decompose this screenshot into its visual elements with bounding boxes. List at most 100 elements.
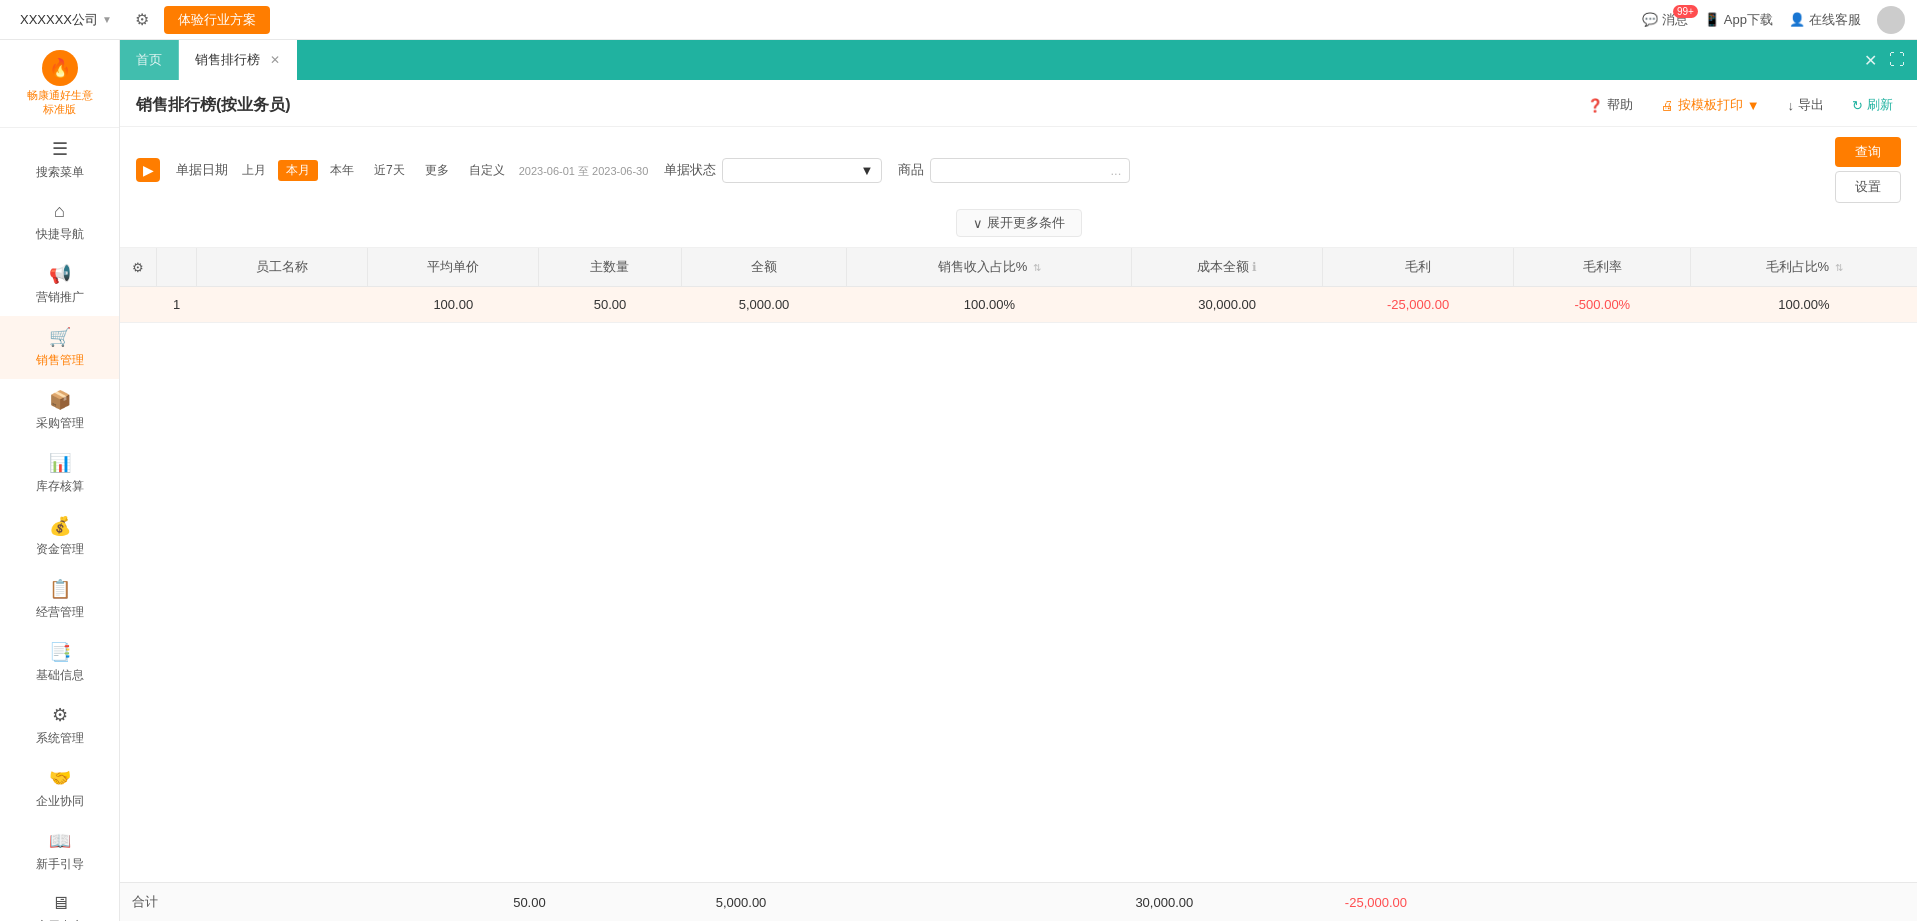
- table-row: 1 100.00 50.00 5,000.00 100.00% 30,000.0…: [120, 287, 1917, 323]
- company-selector[interactable]: XXXXXX公司 ▼: [12, 7, 120, 33]
- more-dots: ...: [1111, 163, 1122, 178]
- print-chevron-icon: ▼: [1747, 98, 1760, 113]
- sidebar-item-basics[interactable]: 📑 基础信息: [0, 631, 119, 694]
- status-chevron-icon: ▼: [860, 163, 873, 178]
- trial-button[interactable]: 体验行业方案: [164, 6, 270, 34]
- sidebar-item-label: 销售管理: [36, 352, 84, 369]
- row-rank-cell: 1: [157, 287, 197, 323]
- help-button[interactable]: ❓ 帮助: [1579, 92, 1641, 118]
- sidebar-item-sales[interactable]: 🛒 销售管理: [0, 316, 119, 379]
- col-avg-price: 平均单价: [368, 248, 539, 287]
- info-icon[interactable]: ℹ: [1252, 260, 1257, 274]
- sidebar-item-finance[interactable]: 💰 资金管理: [0, 505, 119, 568]
- logo-icon: 🔥: [42, 50, 78, 86]
- query-button[interactable]: 查询: [1835, 137, 1901, 167]
- sidebar-item-guide[interactable]: 📖 新手引导: [0, 820, 119, 883]
- filter-actions: 查询 设置: [1835, 137, 1901, 203]
- row-avg-price-cell: 100.00: [368, 287, 539, 323]
- export-button[interactable]: ↓ 导出: [1780, 92, 1833, 118]
- col-settings[interactable]: ⚙: [120, 248, 157, 287]
- col-gross-rate: 毛利率: [1514, 248, 1691, 287]
- maximize-icon[interactable]: ⛶: [1889, 51, 1905, 69]
- footer-label: 合计: [132, 893, 212, 911]
- avatar[interactable]: [1877, 6, 1905, 34]
- tab-sales-ranking[interactable]: 销售排行榜 ✕: [179, 40, 297, 80]
- status-filter-item: 单据状态 ▼: [664, 158, 882, 183]
- service-icon: 👤: [1789, 12, 1805, 27]
- expand-more-button[interactable]: ∨ 展开更多条件: [956, 209, 1082, 237]
- chevron-down-icon: ▼: [102, 14, 112, 25]
- logo-area: 🔥 畅康通好生意 标准版: [0, 40, 119, 128]
- sidebar-item-enterprise[interactable]: 🤝 企业协同: [0, 757, 119, 820]
- footer-cost-amount: 30,000.00: [1059, 895, 1271, 910]
- service-item[interactable]: 👤 在线客服: [1789, 11, 1861, 29]
- shortcut-this-month[interactable]: 本月: [278, 160, 318, 181]
- shortcut-7days[interactable]: 近7天: [366, 160, 413, 181]
- sidebar-item-marketing[interactable]: 📢 营销推广: [0, 253, 119, 316]
- status-select[interactable]: ▼: [722, 158, 882, 183]
- refresh-icon: ↻: [1852, 98, 1863, 113]
- app-download-item[interactable]: 📱 App下载: [1704, 11, 1773, 29]
- finance-icon: 💰: [49, 515, 71, 537]
- sidebar-item-label: 采购管理: [36, 415, 84, 432]
- table-container: ⚙ 员工名称 平均单价 主数量: [120, 248, 1917, 882]
- row-qty-cell: 50.00: [539, 287, 681, 323]
- filter-expand-button[interactable]: ▶: [136, 158, 160, 182]
- sidebar-item-label: 搜索菜单: [36, 164, 84, 181]
- app-icon: 📱: [1704, 12, 1720, 27]
- shortcut-custom[interactable]: 自定义: [461, 160, 513, 181]
- sidebar-item-label: 基础信息: [36, 667, 84, 684]
- settings-icon[interactable]: ⚙: [128, 6, 156, 34]
- settings-button[interactable]: 设置: [1835, 171, 1901, 203]
- col-gross-profit: 毛利: [1322, 248, 1514, 287]
- system-icon: ⚙: [52, 704, 68, 726]
- sidebar-item-operations[interactable]: 📋 经营管理: [0, 568, 119, 631]
- message-icon: 💬: [1642, 12, 1658, 27]
- tab-close-icon[interactable]: ✕: [270, 53, 280, 67]
- col-name: 员工名称: [197, 248, 368, 287]
- message-item[interactable]: 💬 消息 99+: [1642, 11, 1688, 29]
- row-cost-amount-cell: 30,000.00: [1132, 287, 1322, 323]
- sidebar-item-search[interactable]: ☰ 搜索菜单: [0, 128, 119, 191]
- sidebar-item-shortcuts[interactable]: ⌂ 快捷导航: [0, 191, 119, 253]
- footer-gross-rate: [1482, 895, 1694, 910]
- sidebar-item-label: 新手引导: [36, 856, 84, 873]
- sidebar-item-system[interactable]: ⚙ 系统管理: [0, 694, 119, 757]
- filter-row-2: ∨ 展开更多条件: [136, 203, 1901, 237]
- goods-filter-item: 商品 ...: [898, 158, 1130, 183]
- operations-icon: 📋: [49, 578, 71, 600]
- status-label: 单据状态: [664, 161, 716, 179]
- table-header-row: ⚙ 员工名称 平均单价 主数量: [120, 248, 1917, 287]
- top-bar: XXXXXX公司 ▼ ⚙ 体验行业方案 💬 消息 99+ 📱 App下载 👤 在…: [0, 0, 1917, 40]
- inventory-icon: 📊: [49, 452, 71, 474]
- purchase-icon: 📦: [49, 389, 71, 411]
- shortcut-more[interactable]: 更多: [417, 160, 457, 181]
- sidebar-item-apps[interactable]: 🖥 应用中心: [0, 883, 119, 921]
- service-label: 在线客服: [1809, 11, 1861, 29]
- row-sales-pct-cell: 100.00%: [847, 287, 1132, 323]
- apps-icon: 🖥: [51, 893, 69, 914]
- guide-icon: 📖: [49, 830, 71, 852]
- tab-bar: 首页 销售排行榜 ✕ ✕ ⛶: [120, 40, 1917, 80]
- sidebar-item-purchase[interactable]: 📦 采购管理: [0, 379, 119, 442]
- date-range-display: 2023-06-01 至 2023-06-30: [519, 164, 649, 179]
- page-header-actions: ❓ 帮助 🖨 按模板打印 ▼ ↓ 导出 ↻ 刷新: [1579, 92, 1901, 118]
- shortcut-this-year[interactable]: 本年: [322, 160, 362, 181]
- sort-icon: ⇅: [1033, 262, 1041, 273]
- close-window-icon[interactable]: ✕: [1864, 51, 1877, 70]
- refresh-button[interactable]: ↻ 刷新: [1844, 92, 1901, 118]
- sidebar-item-inventory[interactable]: 📊 库存核算: [0, 442, 119, 505]
- date-shortcuts: 上月 本月 本年 近7天 更多 自定义: [234, 160, 513, 181]
- sidebar-item-label: 经营管理: [36, 604, 84, 621]
- col-cost-amount: 成本全额 ℹ: [1132, 248, 1322, 287]
- footer-qty: 50.00: [424, 895, 636, 910]
- shortcut-last-month[interactable]: 上月: [234, 160, 274, 181]
- sidebar-item-label: 应用中心: [36, 918, 84, 921]
- tab-home[interactable]: 首页: [120, 40, 179, 80]
- home-icon: ⌂: [54, 201, 65, 222]
- print-button[interactable]: 🖨 按模板打印 ▼: [1653, 92, 1768, 118]
- col-sales-pct: 销售收入占比% ⇅: [847, 248, 1132, 287]
- goods-input[interactable]: ...: [930, 158, 1130, 183]
- sidebar-item-label: 资金管理: [36, 541, 84, 558]
- page-content: 销售排行榜(按业务员) ❓ 帮助 🖨 按模板打印 ▼ ↓ 导出: [120, 80, 1917, 921]
